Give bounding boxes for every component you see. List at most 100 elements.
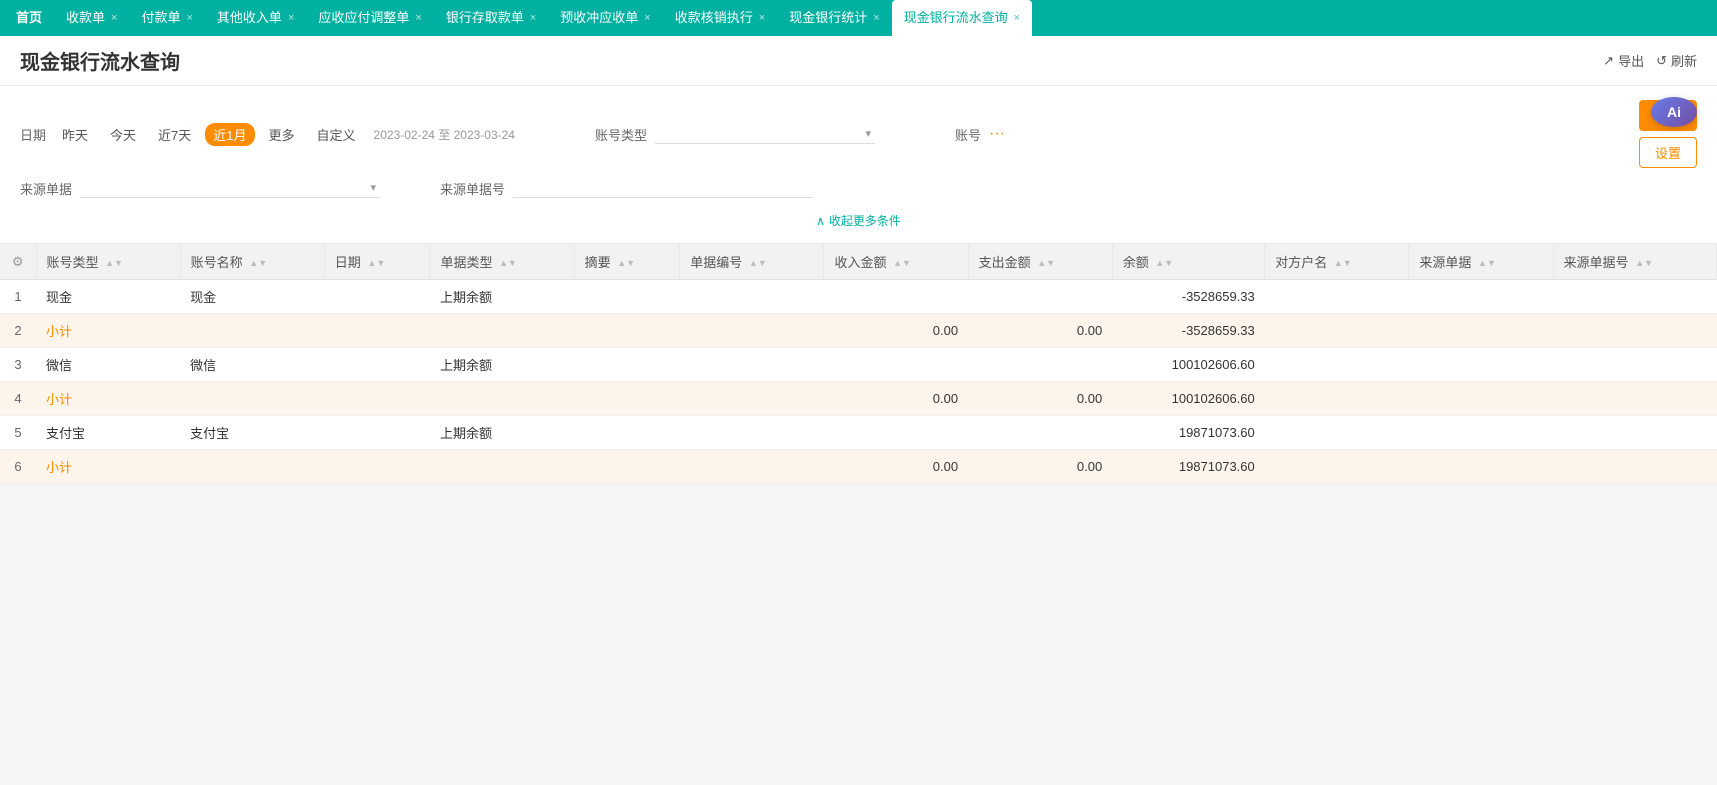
date-btn-custom[interactable]: 自定义 [309,123,364,146]
chevron-down-icon: ▾ [865,127,871,140]
sort-icon: ▲▼ [105,259,123,268]
column-doc-no[interactable]: 单据编号 ▲▼ [680,244,824,280]
date-btn-7days[interactable]: 近7天 [150,123,199,146]
sort-icon: ▲▼ [249,259,267,268]
cell-account-name [180,314,324,348]
chevron-up-icon: ∧ [816,214,825,228]
cell-account-type: 小计 [36,382,180,416]
close-icon[interactable]: × [111,0,117,36]
source-doc-select[interactable]: ▾ [80,178,380,198]
column-expense[interactable]: 支出金额 ▲▼ [968,244,1112,280]
table-header-row: ⚙ 账号类型 ▲▼ 账号名称 ▲▼ 日期 ▲▼ 单据类型 ▲▼ [0,244,1717,280]
cell-summary [574,382,680,416]
account-type-select[interactable]: ▾ [655,124,875,144]
filter-row-2: 来源单据 ▾ 来源单据号 [20,178,1697,198]
date-btn-more[interactable]: 更多 [261,123,303,146]
date-btn-1month[interactable]: 近1月 [205,123,254,146]
column-date[interactable]: 日期 ▲▼ [324,244,430,280]
settings-button[interactable]: 设置 [1639,137,1697,168]
table-row[interactable]: 5支付宝支付宝上期余额19871073.60 [0,416,1717,450]
column-gear[interactable]: ⚙ [0,244,36,280]
column-account-name[interactable]: 账号名称 ▲▼ [180,244,324,280]
nav-home[interactable]: 首页 [4,0,54,36]
date-label: 日期 [20,125,46,144]
table-row[interactable]: 1现金现金上期余额-3528659.33 [0,280,1717,314]
column-source-doc[interactable]: 来源单据 ▲▼ [1409,244,1553,280]
data-table: ⚙ 账号类型 ▲▼ 账号名称 ▲▼ 日期 ▲▼ 单据类型 ▲▼ [0,244,1717,484]
cell-expense [968,280,1112,314]
column-income[interactable]: 收入金额 ▲▼ [824,244,968,280]
cell-date [324,382,430,416]
nav-home-label: 首页 [16,0,42,36]
export-label: 导出 [1618,51,1644,70]
cell-counterpart [1265,348,1409,382]
nav-tab-ysyf[interactable]: 应收应付调整单 × [306,0,433,36]
column-account-type[interactable]: 账号类型 ▲▼ [36,244,180,280]
column-doc-type[interactable]: 单据类型 ▲▼ [430,244,574,280]
sort-icon: ▲▼ [1155,259,1173,268]
cell-source-doc [1409,280,1553,314]
nav-tab-xjyhtj[interactable]: 现金银行统计 × [777,0,891,36]
nav-tab-xjyhls[interactable]: 现金银行流水查询 × [892,0,1032,36]
export-button[interactable]: ↗ 导出 [1603,51,1644,70]
close-icon[interactable]: × [415,0,421,36]
date-btn-today[interactable]: 今天 [102,123,144,146]
cell-doc-type: 上期余额 [430,280,574,314]
cell-summary [574,450,680,484]
close-icon[interactable]: × [759,0,765,36]
close-icon[interactable]: × [644,0,650,36]
account-type-value [659,126,865,141]
table-row[interactable]: 6小计0.000.0019871073.60 [0,450,1717,484]
top-navigation: 首页 收款单 × 付款单 × 其他收入单 × 应收应付调整单 × 银行存取款单 … [0,0,1717,36]
cell-source-doc [1409,314,1553,348]
close-icon[interactable]: × [530,0,536,36]
close-icon[interactable]: × [873,0,879,36]
nav-tab-label: 银行存取款单 [446,0,524,36]
nav-tab-fukuan[interactable]: 付款单 × [129,0,204,36]
close-icon[interactable]: × [288,0,294,36]
date-options: 昨天 今天 近7天 近1月 更多 自定义 2023-02-24 至 2023-0… [54,123,515,146]
cell-income [824,280,968,314]
filter-area: 日期 昨天 今天 近7天 近1月 更多 自定义 2023-02-24 至 202… [0,86,1717,244]
collapse-button[interactable]: ∧ 收起更多条件 [20,208,1697,235]
sort-icon: ▲▼ [1478,259,1496,268]
table-row[interactable]: 4小计0.000.00100102606.60 [0,382,1717,416]
cell-summary [574,348,680,382]
table-body: 1现金现金上期余额-3528659.332小计0.000.00-3528659.… [0,280,1717,484]
cell-date [324,280,430,314]
cell-source-doc [1409,348,1553,382]
column-source-doc-no[interactable]: 来源单据号 ▲▼ [1553,244,1716,280]
cell-source-doc-no [1553,382,1716,416]
cell-row-number: 3 [0,348,36,382]
table-row[interactable]: 3微信微信上期余额100102606.60 [0,348,1717,382]
cell-date [324,450,430,484]
account-ellipsis-button[interactable]: ··· [989,125,1005,143]
close-icon[interactable]: × [1014,0,1020,36]
cell-doc-type [430,314,574,348]
refresh-icon: ↺ [1656,53,1667,69]
nav-tab-qtsr[interactable]: 其他收入单 × [205,0,306,36]
nav-tab-label: 其他收入单 [217,0,282,36]
nav-tab-yscys[interactable]: 预收冲应收单 × [548,0,662,36]
nav-tab-yhcq[interactable]: 银行存取款单 × [434,0,548,36]
ai-badge-label: Ai [1667,104,1681,120]
cell-balance: 100102606.60 [1112,348,1265,382]
source-doc-no-input[interactable] [513,178,813,198]
column-summary[interactable]: 摘要 ▲▼ [574,244,680,280]
cell-counterpart [1265,416,1409,450]
close-icon[interactable]: × [186,0,192,36]
cell-expense: 0.00 [968,314,1112,348]
date-btn-yesterday[interactable]: 昨天 [54,123,96,146]
cell-counterpart [1265,314,1409,348]
refresh-button[interactable]: ↺ 刷新 [1656,51,1697,70]
source-doc-value [84,180,370,195]
data-table-container: ⚙ 账号类型 ▲▼ 账号名称 ▲▼ 日期 ▲▼ 单据类型 ▲▼ [0,244,1717,484]
table-row[interactable]: 2小计0.000.00-3528659.33 [0,314,1717,348]
column-balance[interactable]: 余额 ▲▼ [1112,244,1265,280]
nav-tab-skxs[interactable]: 收款核销执行 × [663,0,777,36]
cell-source-doc-no [1553,314,1716,348]
ai-assistant-button[interactable]: Ai [1651,97,1697,127]
cell-income: 0.00 [824,382,968,416]
nav-tab-shoukuan[interactable]: 收款单 × [54,0,129,36]
column-counterpart[interactable]: 对方户名 ▲▼ [1265,244,1409,280]
